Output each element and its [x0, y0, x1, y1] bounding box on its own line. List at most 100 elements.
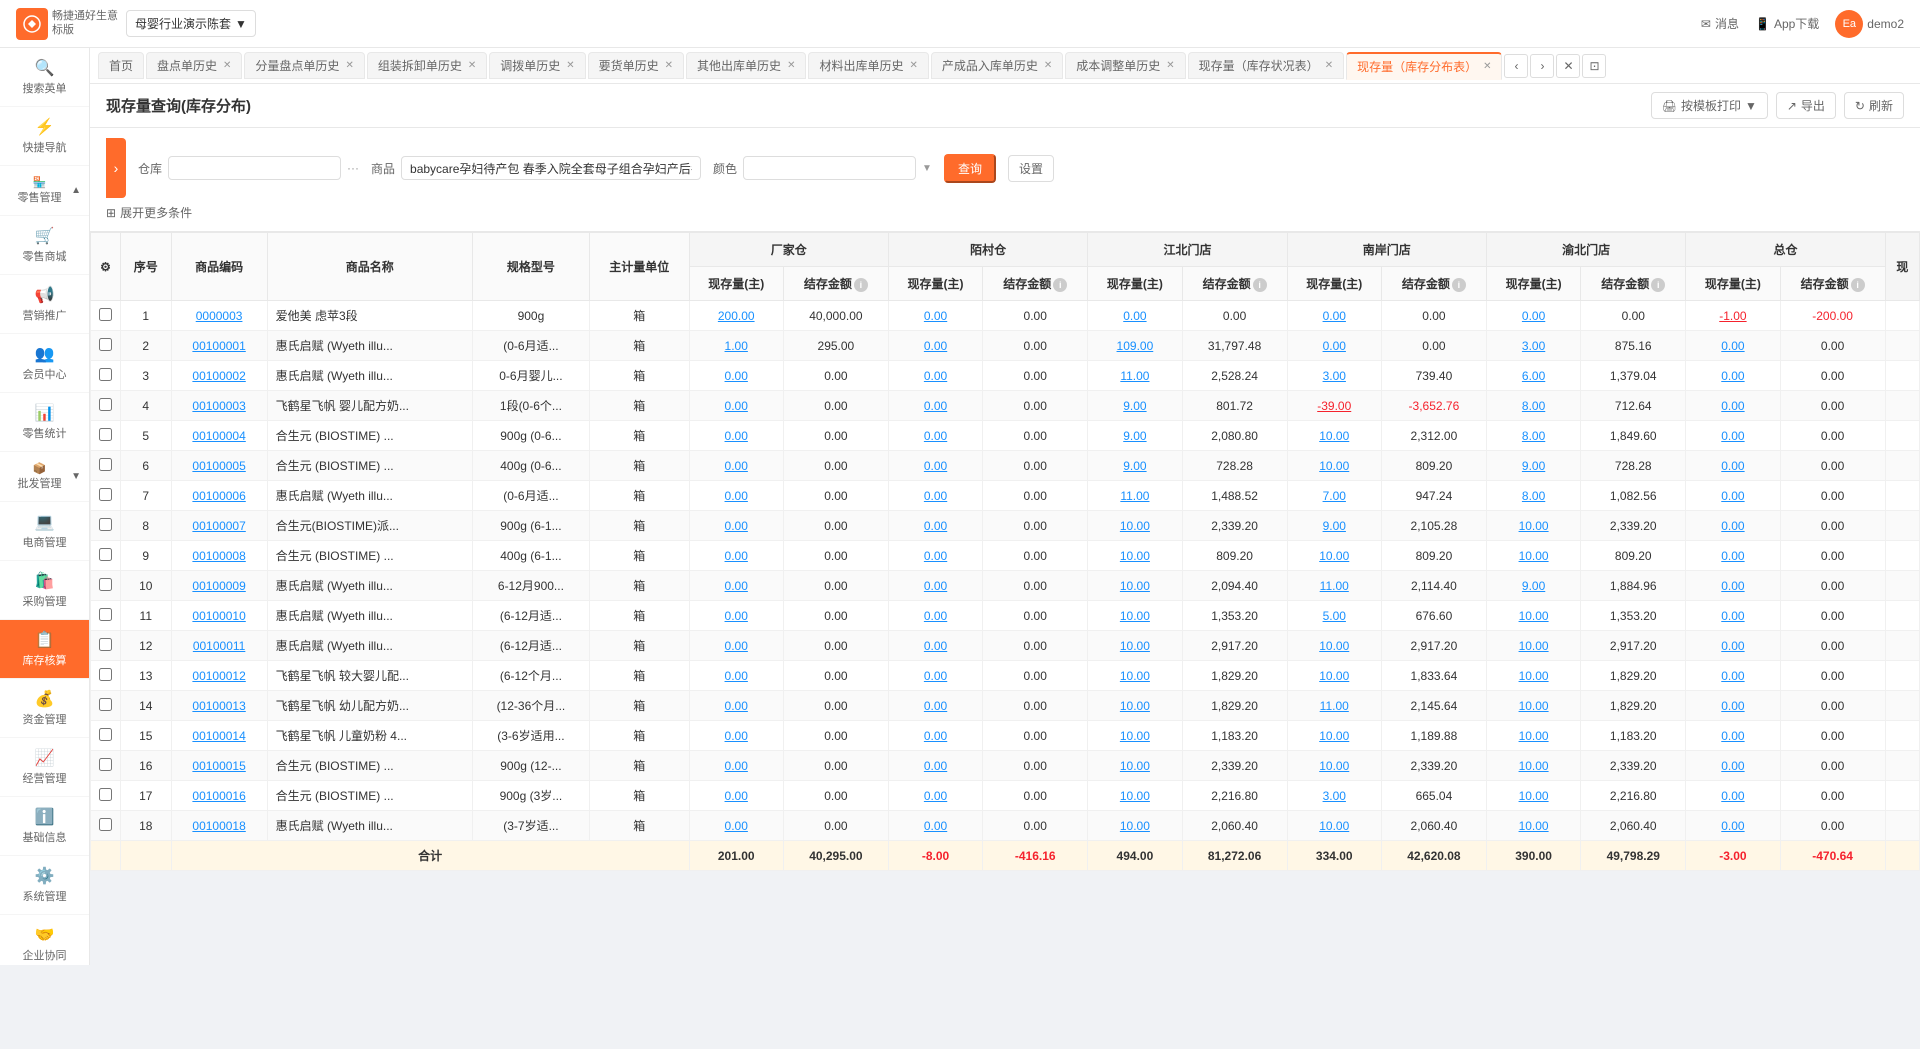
close-icon[interactable]: ✕	[1166, 60, 1174, 71]
info-icon[interactable]: i	[1452, 278, 1466, 292]
row-factory-qty[interactable]: 1.00	[689, 331, 783, 361]
row-yb-qty[interactable]: 10.00	[1486, 661, 1580, 691]
row-factory-qty[interactable]: 0.00	[689, 781, 783, 811]
row-factory-qty[interactable]: 0.00	[689, 661, 783, 691]
row-checkbox[interactable]	[91, 421, 121, 451]
row-code[interactable]: 00100015	[171, 751, 267, 781]
row-mocun-qty[interactable]: 0.00	[888, 721, 982, 751]
tab-other-outbound[interactable]: 其他出库单历史 ✕	[686, 52, 806, 79]
sidebar-item-search[interactable]: 🔍 搜索英单	[0, 48, 89, 107]
row-code[interactable]: 00100001	[171, 331, 267, 361]
row-yb-qty[interactable]: 9.00	[1486, 451, 1580, 481]
tab-stocktake-history[interactable]: 盘点单历史 ✕	[146, 52, 242, 79]
row-zc-qty[interactable]: 0.00	[1686, 631, 1780, 661]
row-na-qty[interactable]: 10.00	[1287, 811, 1381, 841]
row-mocun-qty[interactable]: 0.00	[888, 361, 982, 391]
row-jb-qty[interactable]: 0.00	[1088, 301, 1182, 331]
settings-icon[interactable]: ⚙	[100, 260, 111, 274]
row-jb-qty[interactable]: 9.00	[1088, 391, 1182, 421]
row-yb-qty[interactable]: 6.00	[1486, 361, 1580, 391]
row-na-qty[interactable]: 9.00	[1287, 511, 1381, 541]
info-icon[interactable]: i	[854, 278, 868, 292]
sidebar-item-enterprise[interactable]: 🤝 企业协同	[0, 915, 89, 965]
row-mocun-qty[interactable]: 0.00	[888, 811, 982, 841]
row-factory-qty[interactable]: 0.00	[689, 691, 783, 721]
row-factory-qty[interactable]: 0.00	[689, 481, 783, 511]
close-icon[interactable]: ✕	[909, 60, 917, 71]
query-btn[interactable]: 查询	[944, 154, 996, 183]
settings-btn[interactable]: 设置	[1008, 155, 1054, 182]
tab-next-btn[interactable]: ›	[1530, 54, 1554, 78]
row-jb-qty[interactable]: 10.00	[1088, 541, 1182, 571]
row-factory-qty[interactable]: 0.00	[689, 361, 783, 391]
tab-order-history[interactable]: 要货单历史 ✕	[588, 52, 684, 79]
row-mocun-qty[interactable]: 0.00	[888, 331, 982, 361]
row-jb-qty[interactable]: 11.00	[1088, 361, 1182, 391]
row-na-qty[interactable]: 10.00	[1287, 751, 1381, 781]
row-zc-qty[interactable]: 0.00	[1686, 391, 1780, 421]
row-zc-qty[interactable]: 0.00	[1686, 811, 1780, 841]
row-factory-qty[interactable]: 0.00	[689, 541, 783, 571]
row-yb-qty[interactable]: 10.00	[1486, 811, 1580, 841]
row-code[interactable]: 00100003	[171, 391, 267, 421]
row-jb-qty[interactable]: 9.00	[1088, 421, 1182, 451]
sidebar-item-retail-mgmt[interactable]: 🏪 零售管理 ▲	[0, 166, 89, 216]
expand-conditions-btn[interactable]: ⊞ 展开更多条件	[106, 204, 1904, 221]
row-code[interactable]: 00100013	[171, 691, 267, 721]
row-jb-qty[interactable]: 109.00	[1088, 331, 1182, 361]
info-icon[interactable]: i	[1651, 278, 1665, 292]
row-mocun-qty[interactable]: 0.00	[888, 571, 982, 601]
tab-branch-stocktake[interactable]: 分量盘点单历史 ✕	[244, 52, 364, 79]
row-zc-qty[interactable]: 0.00	[1686, 691, 1780, 721]
print-btn[interactable]: 🖨 按模板打印 ▼	[1651, 92, 1768, 119]
row-checkbox[interactable]	[91, 691, 121, 721]
tab-assembly[interactable]: 组装拆卸单历史 ✕	[367, 52, 487, 79]
close-icon[interactable]: ✕	[468, 60, 476, 71]
row-factory-qty[interactable]: 0.00	[689, 721, 783, 751]
tab-inventory-distribution[interactable]: 现存量（库存分布表） ✕	[1346, 52, 1502, 80]
row-jb-qty[interactable]: 10.00	[1088, 601, 1182, 631]
row-code[interactable]: 00100002	[171, 361, 267, 391]
row-na-qty[interactable]: 10.00	[1287, 631, 1381, 661]
sidebar-item-purchase[interactable]: 🛍️ 采购管理	[0, 561, 89, 620]
user-profile[interactable]: Ea demo2	[1835, 10, 1904, 38]
row-zc-qty[interactable]: 0.00	[1686, 661, 1780, 691]
row-jb-qty[interactable]: 10.00	[1088, 571, 1182, 601]
row-checkbox[interactable]	[91, 481, 121, 511]
refresh-btn[interactable]: ↻ 刷新	[1844, 92, 1904, 119]
close-icon[interactable]: ✕	[1483, 61, 1491, 72]
sidebar-item-marketing[interactable]: 📢 营销推广	[0, 275, 89, 334]
row-code[interactable]: 00100011	[171, 631, 267, 661]
row-factory-qty[interactable]: 0.00	[689, 571, 783, 601]
row-factory-qty[interactable]: 0.00	[689, 391, 783, 421]
row-zc-qty[interactable]: 0.00	[1686, 421, 1780, 451]
row-mocun-qty[interactable]: 0.00	[888, 691, 982, 721]
row-checkbox[interactable]	[91, 751, 121, 781]
row-zc-qty[interactable]: 0.00	[1686, 751, 1780, 781]
warehouse-input[interactable]	[168, 156, 341, 180]
row-code[interactable]: 00100009	[171, 571, 267, 601]
row-mocun-qty[interactable]: 0.00	[888, 481, 982, 511]
row-checkbox[interactable]	[91, 631, 121, 661]
row-jb-qty[interactable]: 9.00	[1088, 451, 1182, 481]
close-icon[interactable]: ✕	[665, 60, 673, 71]
row-zc-qty[interactable]: 0.00	[1686, 511, 1780, 541]
close-icon[interactable]: ✕	[566, 60, 574, 71]
row-checkbox[interactable]	[91, 601, 121, 631]
row-na-qty[interactable]: 10.00	[1287, 721, 1381, 751]
row-jb-qty[interactable]: 10.00	[1088, 661, 1182, 691]
row-na-qty[interactable]: 10.00	[1287, 541, 1381, 571]
close-icon[interactable]: ✕	[787, 60, 795, 71]
row-checkbox[interactable]	[91, 721, 121, 751]
row-jb-qty[interactable]: 10.00	[1088, 511, 1182, 541]
row-factory-qty[interactable]: 0.00	[689, 451, 783, 481]
row-yb-qty[interactable]: 10.00	[1486, 691, 1580, 721]
tab-material-outbound[interactable]: 材料出库单历史 ✕	[808, 52, 928, 79]
sidebar-item-operations[interactable]: 📈 经营管理	[0, 738, 89, 797]
row-factory-qty[interactable]: 0.00	[689, 421, 783, 451]
sidebar-item-finance[interactable]: 💰 资金管理	[0, 679, 89, 738]
row-checkbox[interactable]	[91, 541, 121, 571]
close-icon[interactable]: ✕	[223, 60, 231, 71]
row-na-qty[interactable]: 11.00	[1287, 571, 1381, 601]
row-yb-qty[interactable]: 0.00	[1486, 301, 1580, 331]
